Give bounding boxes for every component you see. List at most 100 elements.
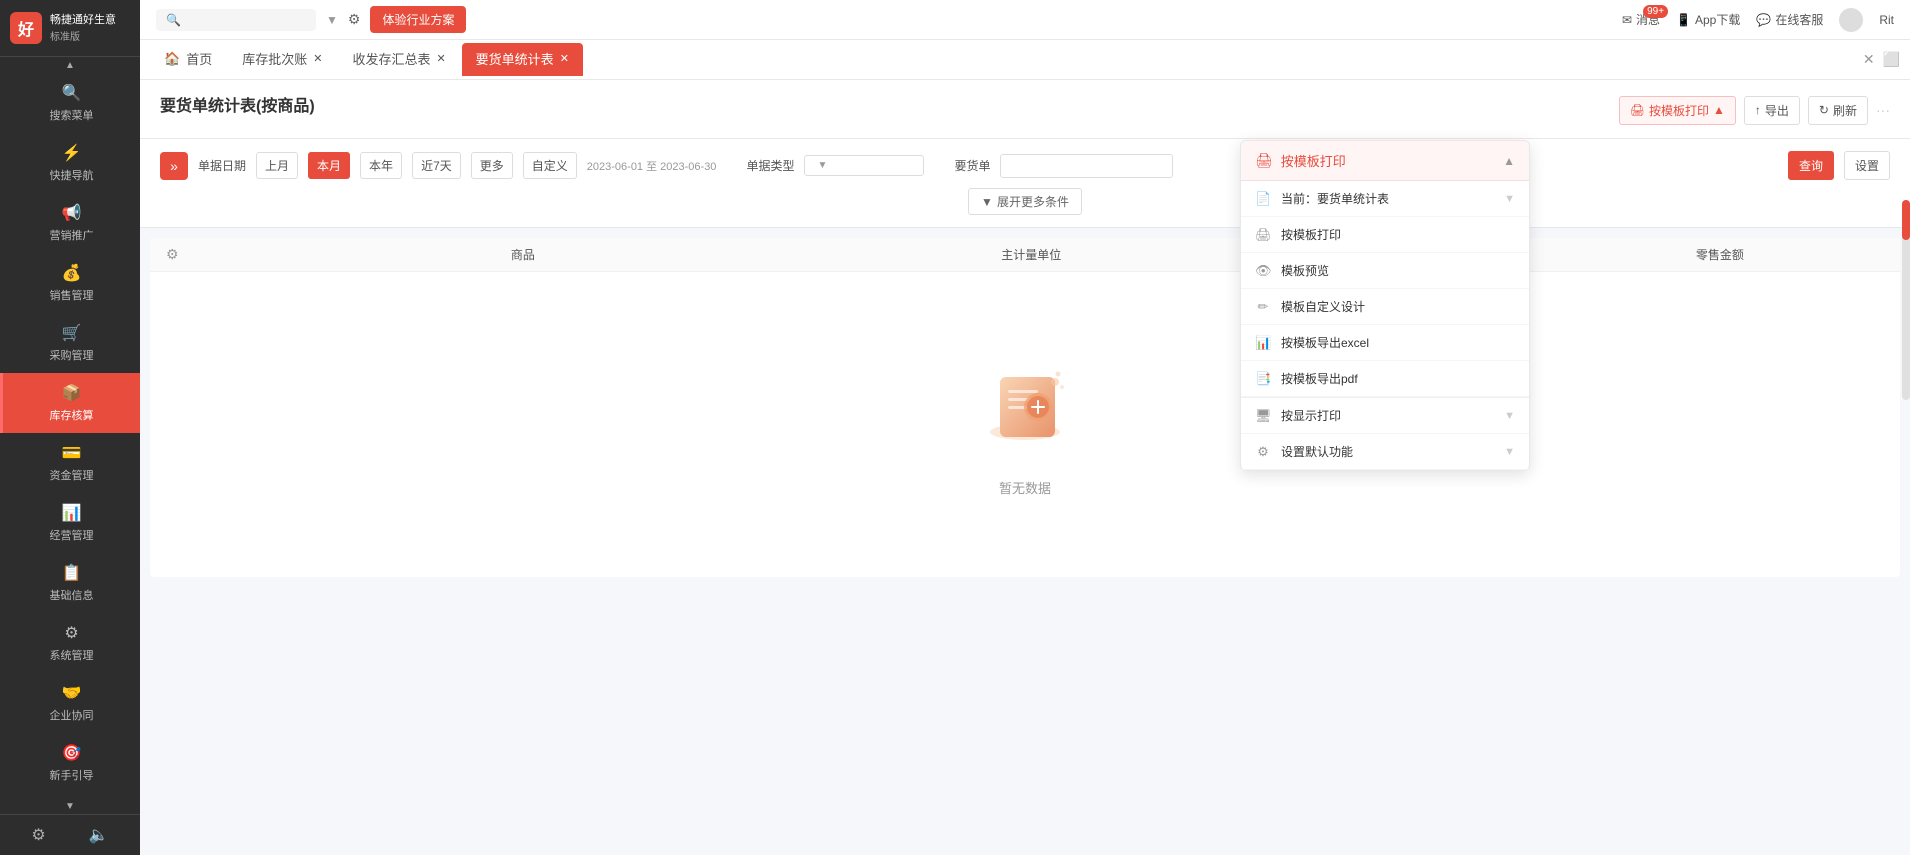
tab-order-stats[interactable]: 要货单统计表 ✕ [462, 43, 583, 76]
sidebar-nav: 🔍 搜索菜单 ⚡ 快捷导航 📢 营销推广 💰 销售管理 🛒 采购管理 📦 库存核… [0, 73, 140, 798]
topbar-messages[interactable]: ✉ 消息 99+ [1622, 11, 1660, 28]
sidebar-scroll-up[interactable]: ▲ [0, 57, 140, 73]
user-avatar[interactable] [1839, 8, 1863, 32]
topbar-online-service[interactable]: 💬 在线客服 [1756, 11, 1823, 28]
export-button[interactable]: ↑ 导出 [1744, 96, 1800, 125]
sidebar-item-system[interactable]: ⚙ 系统管理 [0, 613, 140, 673]
current-template-icon: 📄 [1255, 191, 1271, 207]
order-num-input[interactable] [1000, 154, 1173, 178]
audio-icon[interactable]: 🔈 [89, 825, 109, 845]
tab-home-label: 首页 [186, 49, 212, 68]
topbar-search-input[interactable] [187, 13, 287, 27]
empty-state-graphic [970, 352, 1080, 462]
order-type-chevron: ▼ [817, 160, 827, 171]
date-btn-more[interactable]: 更多 [471, 152, 513, 179]
dropdown-item-set-default[interactable]: ⚙ 设置默认功能 ▼ [1241, 434, 1529, 470]
dropdown-item-export-pdf[interactable]: 📑 按模板导出pdf [1241, 361, 1529, 397]
sidebar-scroll-down[interactable]: ▼ [0, 798, 140, 814]
tab-order-stats-close[interactable]: ✕ [560, 52, 569, 65]
template-print-button[interactable]: 🖨 按模板打印 ▲ [1619, 96, 1736, 125]
sidebar-item-inventory[interactable]: 📦 库存核算 [0, 373, 140, 433]
settings-button[interactable]: 设置 [1844, 151, 1890, 180]
main-wrapper: 🔍 ▼ ⚙ 体验行业方案 ✉ 消息 99+ 📱 App下载 💬 在线客服 Rit [140, 0, 1910, 855]
export-icon: ↑ [1755, 103, 1761, 117]
expand-more-button[interactable]: ▼ 展开更多条件 [968, 188, 1082, 215]
filter-section: » 单据日期 上月 本月 本年 近7天 更多 自定义 2023-06-01 至 … [140, 139, 1910, 228]
scroll-down-icon: ▼ [65, 801, 75, 812]
tab-recv-summary[interactable]: 收发存汇总表 ✕ [338, 43, 459, 76]
refresh-label: 刷新 [1833, 102, 1857, 119]
col-header-unit: 主计量单位 [867, 246, 1195, 263]
settings-icon[interactable]: ⚙ [31, 825, 45, 845]
sidebar-item-operation[interactable]: 📊 经营管理 [0, 493, 140, 553]
date-btn-7days[interactable]: 近7天 [412, 152, 461, 179]
export-label: 导出 [1765, 102, 1789, 119]
current-template-label: 当前：要货单统计表 [1281, 190, 1494, 207]
dropdown-close-chevron[interactable]: ▲ [1503, 154, 1515, 168]
table-settings-icon[interactable]: ⚙ [166, 246, 179, 263]
dropdown-item-template-print[interactable]: 🖨 按模板打印 [1241, 217, 1529, 253]
tab-recv-summary-close[interactable]: ✕ [436, 52, 445, 65]
trial-button[interactable]: 体验行业方案 [370, 6, 466, 33]
sidebar-item-purchase[interactable]: 🛒 采购管理 [0, 313, 140, 373]
operation-icon: 📊 [62, 503, 82, 523]
display-print-arrow: ▼ [1504, 410, 1515, 422]
dropdown-item-template-custom[interactable]: ✏ 模板自定义设计 [1241, 289, 1529, 325]
window-expand-icon[interactable]: ⬜ [1883, 51, 1900, 68]
col-header-product: 商品 [195, 246, 852, 263]
more-icon[interactable]: ··· [1876, 102, 1890, 118]
template-custom-icon: ✏ [1255, 299, 1271, 315]
purchase-icon: 🛒 [62, 323, 82, 343]
dropdown-item-template-preview[interactable]: 👁 模板预览 [1241, 253, 1529, 289]
filter-expand-button[interactable]: » [160, 152, 188, 180]
message-icon: ✉ [1622, 13, 1632, 27]
dropdown-header: 🖨 按模板打印 ▲ [1241, 141, 1529, 181]
export-pdf-icon: 📑 [1255, 371, 1271, 387]
query-button[interactable]: 查询 [1788, 151, 1834, 180]
refresh-button[interactable]: ↻ 刷新 [1808, 96, 1868, 125]
dropdown-item-export-excel[interactable]: 📊 按模板导出excel [1241, 325, 1529, 361]
date-btn-this-year[interactable]: 本年 [360, 152, 402, 179]
tab-inventory-batch-close[interactable]: ✕ [313, 52, 322, 65]
tab-home-icon: 🏠 [164, 51, 180, 67]
right-scrollbar[interactable] [1902, 200, 1910, 400]
sidebar-item-coop[interactable]: 🤝 企业协同 [0, 673, 140, 733]
sidebar-item-search[interactable]: 🔍 搜索菜单 [0, 73, 140, 133]
dropdown-current-template[interactable]: 📄 当前：要货单统计表 ▼ [1241, 181, 1529, 217]
basic-icon: 📋 [62, 563, 82, 583]
sidebar-item-sales[interactable]: 💰 销售管理 [0, 253, 140, 313]
sidebar-item-basic[interactable]: 📋 基础信息 [0, 553, 140, 613]
order-type-select[interactable]: ▼ [804, 155, 924, 176]
topbar-search-box[interactable]: 🔍 [156, 9, 316, 31]
expand-more-row: ▼ 展开更多条件 [160, 188, 1890, 215]
date-btn-this-month[interactable]: 本月 [308, 152, 350, 179]
display-print-icon: 🖥 [1255, 408, 1271, 424]
sidebar-item-finance[interactable]: 💳 资金管理 [0, 433, 140, 493]
date-btn-prev-month[interactable]: 上月 [256, 152, 298, 179]
tab-inventory-batch[interactable]: 库存批次账 ✕ [228, 43, 336, 76]
sidebar-item-label: 搜索菜单 [50, 107, 94, 123]
sidebar-item-label: 快捷导航 [50, 167, 94, 183]
topbar-gear-icon[interactable]: ⚙ [348, 11, 361, 28]
window-close-icon[interactable]: ✕ [1863, 51, 1875, 68]
sidebar-item-quick-nav[interactable]: ⚡ 快捷导航 [0, 133, 140, 193]
sidebar-item-label: 新手引导 [50, 767, 94, 783]
sidebar-item-newbie[interactable]: 🎯 新手引导 [0, 733, 140, 793]
current-template-arrow: ▼ [1504, 193, 1515, 205]
topbar-dropdown-arrow[interactable]: ▼ [326, 13, 338, 27]
tab-home[interactable]: 🏠 首页 [150, 43, 226, 76]
set-default-arrow: ▼ [1504, 446, 1515, 458]
topbar-app-download[interactable]: 📱 App下载 [1676, 11, 1740, 28]
dropdown-item-display-print[interactable]: 🖥 按显示打印 ▼ [1241, 398, 1529, 434]
sidebar-item-marketing[interactable]: 📢 营销推广 [0, 193, 140, 253]
dropdown-title-group: 🖨 按模板打印 [1255, 151, 1346, 170]
sidebar-logo: 好 畅捷通好生意 标准版 [0, 0, 140, 57]
template-print-dropdown: 🖨 按模板打印 ▲ 📄 当前：要货单统计表 ▼ 🖨 按模板打印 👁 模板预览 ✏… [1240, 140, 1530, 471]
date-btn-custom[interactable]: 自定义 [523, 152, 577, 179]
service-label: 在线客服 [1775, 11, 1823, 28]
topbar-search-icon: 🔍 [166, 13, 181, 27]
window-buttons: ✕ ⬜ [1863, 51, 1900, 68]
service-icon: 💬 [1756, 13, 1771, 27]
dropdown-sub-section: 🖥 按显示打印 ▼ ⚙ 设置默认功能 ▼ [1241, 397, 1529, 470]
app-edition: 标准版 [50, 28, 116, 43]
